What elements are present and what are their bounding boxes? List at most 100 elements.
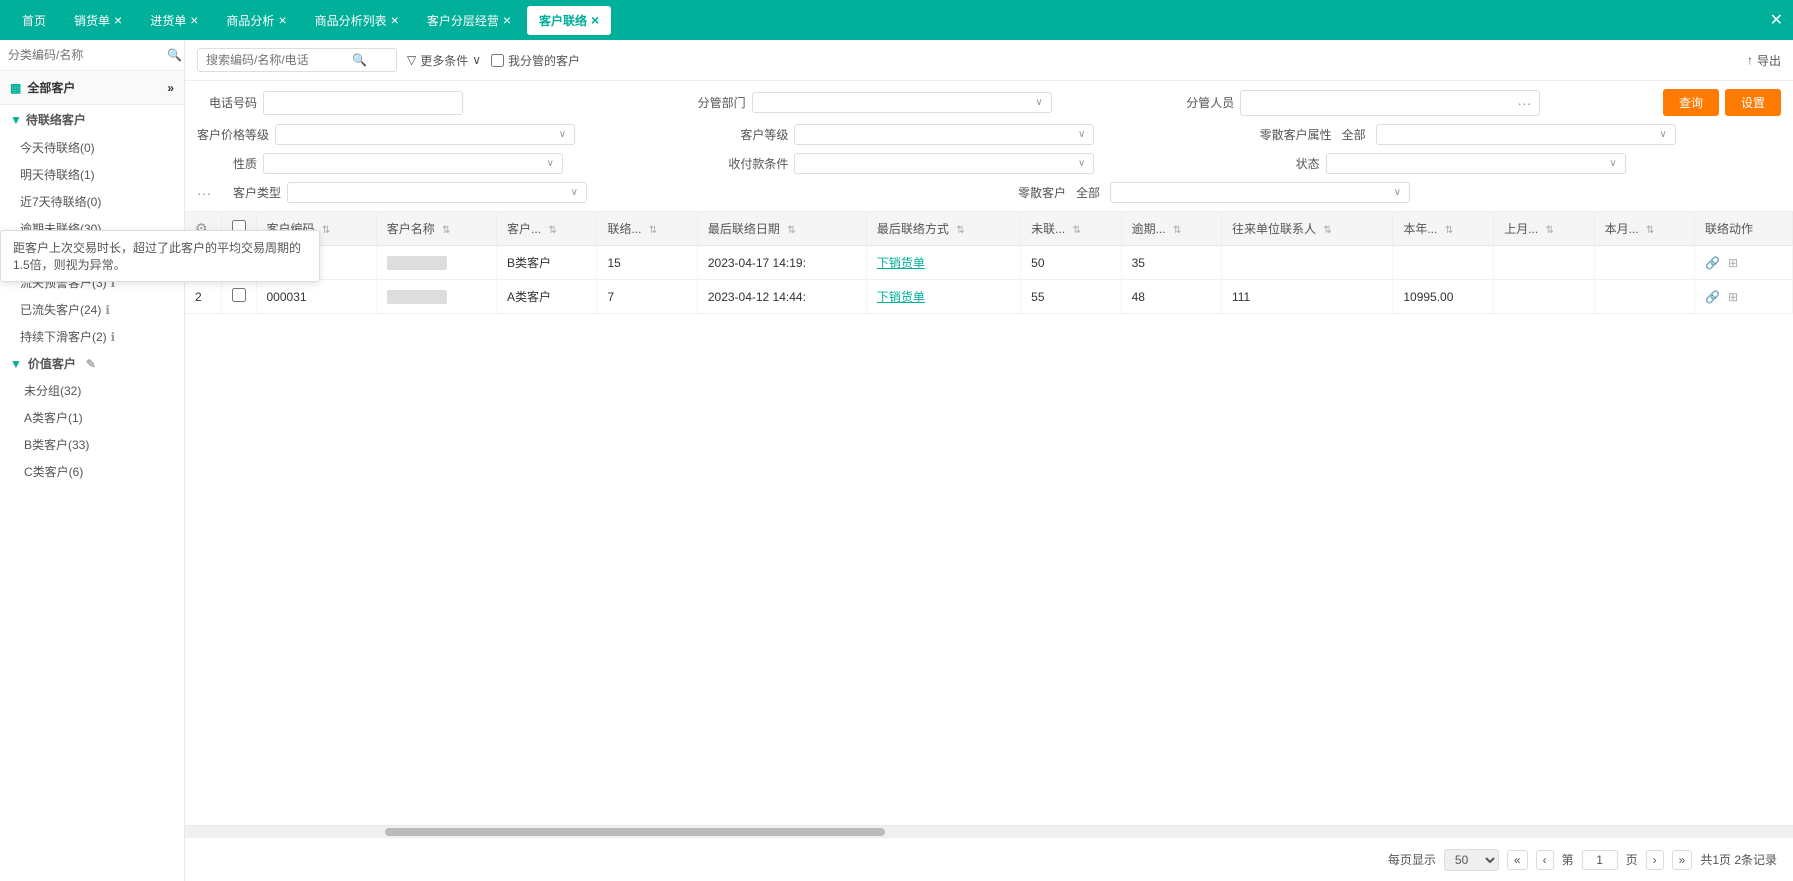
filter-person: 分管人员 ··· bbox=[1174, 90, 1653, 116]
method-link-2[interactable]: 下销货单 bbox=[877, 290, 925, 304]
filter-person-ellipsis[interactable]: ··· bbox=[1517, 95, 1531, 111]
td-contact-1: 15 bbox=[597, 246, 697, 280]
sidebar-item-a-class[interactable]: A类客户(1) bbox=[0, 404, 184, 431]
export-icon: ↑ bbox=[1747, 53, 1753, 67]
per-page-select[interactable]: 50 20 100 bbox=[1444, 849, 1499, 871]
action-link-icon-1[interactable]: 🔗 bbox=[1705, 256, 1720, 270]
filter-customer-grade-chevron: ∨ bbox=[1078, 129, 1085, 140]
filter-scattered-customer: 零散客户 全部 ∨ bbox=[1006, 182, 1781, 203]
td-last-date-1: 2023-04-17 14:19: bbox=[697, 246, 866, 280]
sidebar-item-tomorrow[interactable]: 明天待联络(1) bbox=[0, 161, 184, 188]
page-input[interactable] bbox=[1582, 850, 1618, 870]
action-more-icon-2[interactable]: ⊞ bbox=[1728, 290, 1738, 304]
filter-customer-type-select[interactable]: ∨ bbox=[287, 182, 587, 203]
sort-method-icon[interactable]: ⇅ bbox=[956, 225, 964, 236]
filter-more-ellipsis[interactable]: ··· bbox=[197, 185, 211, 201]
export-btn[interactable]: ↑ 导出 bbox=[1747, 52, 1781, 69]
sidebar-search-icon[interactable]: 🔍 bbox=[167, 48, 182, 62]
settings-button[interactable]: 设置 bbox=[1725, 89, 1781, 116]
sort-overdue-icon[interactable]: ⇅ bbox=[1173, 225, 1181, 236]
main-search-input[interactable] bbox=[206, 53, 346, 67]
td-type-1: B类客户 bbox=[497, 246, 597, 280]
sidebar-item-c-class[interactable]: C类客户(6) bbox=[0, 458, 184, 485]
nav-close-product-list[interactable]: × bbox=[391, 12, 399, 28]
sidebar-item-today[interactable]: 今天待联络(0) bbox=[0, 134, 184, 161]
nav-close-sales[interactable]: × bbox=[114, 12, 122, 28]
filter-customer-type: 客户类型 ∨ bbox=[221, 182, 996, 203]
nav-item-customer-segment[interactable]: 客户分层经营 × bbox=[415, 6, 523, 35]
td-checkbox-2 bbox=[221, 280, 256, 314]
scroll-thumb[interactable] bbox=[385, 828, 885, 836]
filter-scattered-attr-select[interactable]: ∨ bbox=[1376, 124, 1676, 145]
sidebar-value-arrow: ▼ bbox=[10, 357, 22, 371]
filter-person-label: 分管人员 bbox=[1174, 94, 1234, 111]
sidebar-item-7days[interactable]: 近7天待联络(0) bbox=[0, 188, 184, 215]
sort-year-icon[interactable]: ⇅ bbox=[1445, 225, 1453, 236]
sort-this-month-icon[interactable]: ⇅ bbox=[1646, 225, 1654, 236]
sort-unread-icon[interactable]: ⇅ bbox=[1073, 225, 1081, 236]
row-checkbox-2[interactable] bbox=[232, 288, 246, 302]
nav-window-close[interactable]: ✕ bbox=[1770, 10, 1783, 30]
sort-last-month-icon[interactable]: ⇅ bbox=[1546, 225, 1554, 236]
more-conditions-btn[interactable]: ▽ 更多条件 ∨ bbox=[407, 52, 481, 69]
filter-nature-select[interactable]: ∨ bbox=[263, 153, 563, 174]
last-page-btn[interactable]: » bbox=[1672, 850, 1693, 870]
nav-item-product-list[interactable]: 商品分析列表 × bbox=[303, 6, 411, 35]
filter-customer-grade: 客户等级 ∨ bbox=[728, 124, 1249, 145]
td-last-month-1 bbox=[1494, 246, 1594, 280]
nav-item-sales[interactable]: 销货单 × bbox=[62, 6, 134, 35]
filter-status-select[interactable]: ∨ bbox=[1326, 153, 1626, 174]
next-page-btn[interactable]: › bbox=[1646, 850, 1664, 870]
th-last-contact-date: 最后联络日期 ⇅ bbox=[697, 212, 866, 246]
sort-last-date-icon[interactable]: ⇅ bbox=[787, 225, 795, 236]
filter-nature: 性质 ∨ bbox=[197, 153, 718, 174]
filter-price-grade-select[interactable]: ∨ bbox=[275, 124, 575, 145]
sidebar-item-declining[interactable]: 持续下滑客户(2) ℹ bbox=[0, 323, 184, 350]
sidebar-item-churned[interactable]: 已流失客户(24) ℹ bbox=[0, 296, 184, 323]
main-search-icon[interactable]: 🔍 bbox=[352, 53, 367, 67]
sort-person-icon[interactable]: ⇅ bbox=[1323, 225, 1331, 236]
info-icon-declining[interactable]: ℹ bbox=[111, 330, 116, 344]
nav-close-product-analysis[interactable]: × bbox=[278, 12, 286, 28]
sort-name-icon[interactable]: ⇅ bbox=[442, 225, 450, 236]
blurred-name-2 bbox=[387, 290, 447, 304]
sidebar-collapse-icon[interactable]: » bbox=[167, 81, 174, 95]
nav-item-home[interactable]: 首页 bbox=[10, 6, 58, 35]
first-page-btn[interactable]: « bbox=[1507, 850, 1528, 870]
filter-person-select[interactable]: ··· bbox=[1240, 90, 1540, 116]
sort-contact-icon[interactable]: ⇅ bbox=[649, 225, 657, 236]
filter-payment: 收付款条件 ∨ bbox=[728, 153, 1249, 174]
action-more-icon-1[interactable]: ⊞ bbox=[1728, 256, 1738, 270]
method-link-1[interactable]: 下销货单 bbox=[877, 256, 925, 270]
query-button[interactable]: 查询 bbox=[1663, 89, 1719, 116]
filter-scattered-customer-select[interactable]: ∨ bbox=[1110, 182, 1410, 203]
prev-page-btn[interactable]: ‹ bbox=[1536, 850, 1554, 870]
action-link-icon-2[interactable]: 🔗 bbox=[1705, 290, 1720, 304]
nav-close-customer-contact[interactable]: × bbox=[591, 12, 599, 28]
sort-code-icon[interactable]: ⇅ bbox=[322, 225, 330, 236]
td-last-date-2: 2023-04-12 14:44: bbox=[697, 280, 866, 314]
info-icon-churned[interactable]: ℹ bbox=[105, 303, 110, 317]
sidebar-search-input[interactable] bbox=[8, 48, 163, 62]
td-overdue-2: 48 bbox=[1121, 280, 1221, 314]
filter-scattered-attr-chevron: ∨ bbox=[1659, 129, 1666, 140]
sidebar-item-b-class[interactable]: B类客户(33) bbox=[0, 431, 184, 458]
nav-item-purchase[interactable]: 进货单 × bbox=[138, 6, 210, 35]
nav-item-product-analysis[interactable]: 商品分析 × bbox=[214, 6, 298, 35]
nav-close-customer-segment[interactable]: × bbox=[503, 12, 511, 28]
sidebar-item-ungrouped[interactable]: 未分组(32) bbox=[0, 377, 184, 404]
table-horizontal-scrollbar[interactable] bbox=[185, 825, 1793, 837]
nav-item-customer-contact[interactable]: 客户联络 × bbox=[527, 6, 611, 35]
nav-close-purchase[interactable]: × bbox=[190, 12, 198, 28]
my-customers-input[interactable] bbox=[491, 54, 504, 67]
sidebar-pending-group: ▼ 待联络客户 bbox=[0, 105, 184, 134]
filter-phone-input[interactable] bbox=[263, 91, 463, 115]
filter-dept-select[interactable]: ∨ bbox=[752, 92, 1052, 113]
sort-type-icon[interactable]: ⇅ bbox=[548, 225, 556, 236]
filter-customer-grade-select[interactable]: ∨ bbox=[794, 124, 1094, 145]
filter-payment-select[interactable]: ∨ bbox=[794, 153, 1094, 174]
td-year-1 bbox=[1393, 246, 1494, 280]
my-customers-checkbox[interactable]: 我分管的客户 bbox=[491, 52, 580, 69]
sidebar-value-edit-icon[interactable]: ✎ bbox=[86, 357, 96, 371]
th-name: 客户名称 ⇅ bbox=[376, 212, 496, 246]
